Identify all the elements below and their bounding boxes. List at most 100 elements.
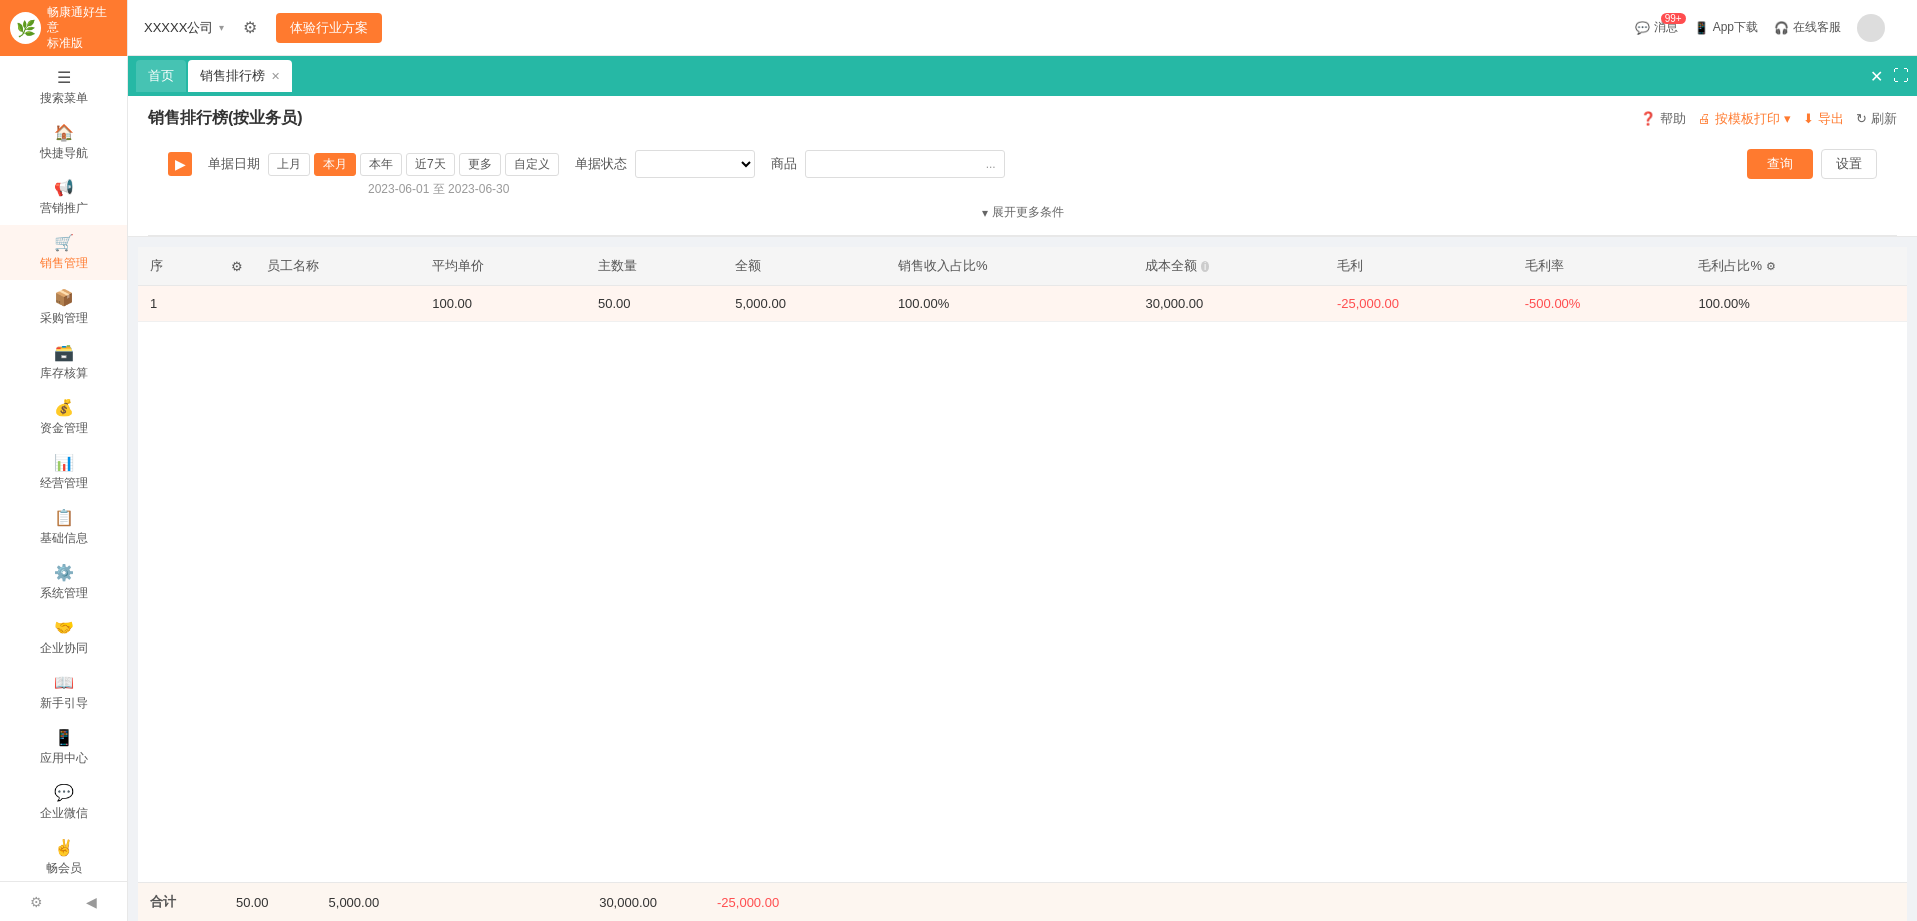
status-filter: 单据状态 bbox=[575, 150, 755, 178]
page-title-row: 销售排行榜(按业务员) ❓ 帮助 🖨 按模板打印 ▾ ⬇ 导出 bbox=[148, 108, 1897, 129]
nav-label-marketing: 营销推广 bbox=[40, 200, 88, 217]
nav-icon-enterprise-wechat: 💬 bbox=[54, 783, 74, 802]
last-month-btn[interactable]: 上月 bbox=[268, 153, 310, 176]
sidebar-nav: ☰ 搜索菜单 🏠 快捷导航 📢 营销推广 🛒 销售管理 📦 采购管理 🗃️ 库存… bbox=[0, 56, 127, 881]
sidebar-item-sales[interactable]: 🛒 销售管理 bbox=[0, 225, 127, 280]
nav-label-operations: 经营管理 bbox=[40, 475, 88, 492]
last-7-days-btn[interactable]: 近7天 bbox=[406, 153, 455, 176]
tab-fullscreen-icon[interactable]: ⛶ bbox=[1893, 67, 1909, 85]
settings-footer-btn[interactable]: ⚙ bbox=[30, 894, 43, 910]
footer-cost-amount: 30,000.00 bbox=[599, 895, 657, 910]
nav-icon-operations: 📊 bbox=[54, 453, 74, 472]
custom-date-btn[interactable]: 自定义 bbox=[505, 153, 559, 176]
topbar: XXXXX公司 ▾ ⚙ 体验行业方案 💬 消息 99+ 📱 App下载 🎧 在线… bbox=[128, 0, 1917, 56]
cell-cost-amount: 30,000.00 bbox=[1133, 286, 1325, 322]
app-download-action[interactable]: 📱 App下载 bbox=[1694, 19, 1758, 36]
page-header: 销售排行榜(按业务员) ❓ 帮助 🖨 按模板打印 ▾ ⬇ 导出 bbox=[128, 96, 1917, 237]
sidebar-item-beginner-guide[interactable]: 📖 新手引导 bbox=[0, 665, 127, 720]
help-icon: ❓ bbox=[1640, 111, 1656, 126]
expand-more-btn[interactable]: ▾ 展开更多条件 bbox=[168, 198, 1877, 225]
topbar-gear-btn[interactable]: ⚙ bbox=[236, 14, 264, 42]
table-footer: 合计 50.00 5,000.00 30,000.00 -25,000.00 bbox=[138, 882, 1907, 921]
this-month-btn[interactable]: 本月 bbox=[314, 153, 356, 176]
tab-sales-rank[interactable]: 销售排行榜 ✕ bbox=[188, 60, 292, 92]
date-filter: 单据日期 上月 本月 本年 近7天 更多 自定义 bbox=[208, 153, 559, 176]
help-label: 帮助 bbox=[1660, 110, 1686, 128]
col-settings[interactable]: ⚙ bbox=[219, 247, 255, 286]
table-area: 序 ⚙ 员工名称 平均单价 主数量 全额 销售收入占比% 成本全额 i 毛利 毛… bbox=[138, 247, 1907, 882]
online-service-action[interactable]: 🎧 在线客服 bbox=[1774, 19, 1841, 36]
nav-icon-system: ⚙️ bbox=[54, 563, 74, 582]
table-row: 1 100.00 50.00 5,000.00 100.00% 30,000.0… bbox=[138, 286, 1907, 322]
export-btn[interactable]: ⬇ 导出 bbox=[1803, 110, 1844, 128]
topbar-right: 💬 消息 99+ 📱 App下载 🎧 在线客服 bbox=[1635, 14, 1901, 42]
logo-icon: 🌿 bbox=[10, 12, 41, 44]
sidebar-item-inventory[interactable]: 🗃️ 库存核算 bbox=[0, 335, 127, 390]
col-sales-pct: 销售收入占比% bbox=[886, 247, 1134, 286]
date-range-display: 2023-06-01 至 2023-06-30 bbox=[368, 181, 1877, 198]
nav-label-beginner-guide: 新手引导 bbox=[40, 695, 88, 712]
more-date-btn[interactable]: 更多 bbox=[459, 153, 501, 176]
help-btn[interactable]: ❓ 帮助 bbox=[1640, 110, 1686, 128]
query-button[interactable]: 查询 bbox=[1747, 149, 1813, 179]
message-action[interactable]: 💬 消息 99+ bbox=[1635, 19, 1678, 36]
sidebar-item-enterprise-collab[interactable]: 🤝 企业协同 bbox=[0, 610, 127, 665]
filter-toggle-btn[interactable]: ▶ bbox=[168, 152, 192, 176]
page-title: 销售排行榜(按业务员) bbox=[148, 108, 303, 129]
goods-input[interactable] bbox=[814, 157, 986, 171]
refresh-label: 刷新 bbox=[1871, 110, 1897, 128]
tab-close-icon[interactable]: ✕ bbox=[271, 70, 280, 83]
goods-filter-label: 商品 bbox=[771, 155, 797, 173]
nav-label-enterprise-wechat: 企业微信 bbox=[40, 805, 88, 822]
print-label: 按模板打印 bbox=[1715, 110, 1780, 128]
nav-icon-search-order: ☰ bbox=[57, 68, 71, 87]
refresh-btn[interactable]: ↻ 刷新 bbox=[1856, 110, 1897, 128]
table-header-row: 序 ⚙ 员工名称 平均单价 主数量 全额 销售收入占比% 成本全额 i 毛利 毛… bbox=[138, 247, 1907, 286]
trial-industry-button[interactable]: 体验行业方案 bbox=[276, 13, 382, 43]
nav-label-inventory: 库存核算 bbox=[40, 365, 88, 382]
export-label: 导出 bbox=[1818, 110, 1844, 128]
sidebar: 🌿 畅康通好生意 标准版 ☰ 搜索菜单 🏠 快捷导航 📢 营销推广 🛒 销售管理… bbox=[0, 0, 128, 921]
tab-window-close-icon[interactable]: ✕ bbox=[1870, 67, 1883, 86]
sidebar-item-finance[interactable]: 💰 资金管理 bbox=[0, 390, 127, 445]
sidebar-item-marketing[interactable]: 📢 营销推广 bbox=[0, 170, 127, 225]
company-chevron-icon: ▾ bbox=[219, 22, 224, 33]
tabbar: 首页 销售排行榜 ✕ ✕ ⛶ bbox=[128, 56, 1917, 96]
sidebar-item-app-center[interactable]: 📱 应用中心 bbox=[0, 720, 127, 775]
user-avatar[interactable] bbox=[1857, 14, 1885, 42]
company-selector[interactable]: XXXXX公司 ▾ bbox=[144, 19, 224, 37]
collapse-sidebar-btn[interactable]: ◀ bbox=[86, 894, 97, 910]
online-service-label: 在线客服 bbox=[1793, 19, 1841, 36]
sidebar-item-search-order[interactable]: ☰ 搜索菜单 bbox=[0, 60, 127, 115]
sidebar-item-basic-info[interactable]: 📋 基础信息 bbox=[0, 500, 127, 555]
goods-more-icon: ... bbox=[986, 157, 996, 171]
sidebar-item-operations[interactable]: 📊 经营管理 bbox=[0, 445, 127, 500]
sidebar-item-vip[interactable]: ✌️ 畅会员 bbox=[0, 830, 127, 881]
this-year-btn[interactable]: 本年 bbox=[360, 153, 402, 176]
tab-home[interactable]: 首页 bbox=[136, 60, 186, 92]
date-range-text: 2023-06-01 至 2023-06-30 bbox=[368, 182, 509, 196]
header-actions: ❓ 帮助 🖨 按模板打印 ▾ ⬇ 导出 ↻ 刷新 bbox=[1640, 110, 1897, 128]
cell-settings bbox=[219, 286, 255, 322]
footer-gross: -25,000.00 bbox=[717, 895, 779, 910]
print-btn[interactable]: 🖨 按模板打印 ▾ bbox=[1698, 110, 1791, 128]
tabbar-right: ✕ ⛶ bbox=[1870, 67, 1909, 86]
nav-icon-sales: 🛒 bbox=[54, 233, 74, 252]
cell-avg-price: 100.00 bbox=[420, 286, 586, 322]
cell-main-qty: 50.00 bbox=[586, 286, 723, 322]
settings-button[interactable]: 设置 bbox=[1821, 149, 1877, 179]
cell-gross: -25,000.00 bbox=[1325, 286, 1513, 322]
status-select[interactable] bbox=[635, 150, 755, 178]
sidebar-item-system[interactable]: ⚙️ 系统管理 bbox=[0, 555, 127, 610]
sidebar-item-quick-nav[interactable]: 🏠 快捷导航 bbox=[0, 115, 127, 170]
cell-rank: 1 bbox=[138, 286, 219, 322]
sidebar-item-enterprise-wechat[interactable]: 💬 企业微信 bbox=[0, 775, 127, 830]
col-gross: 毛利 bbox=[1325, 247, 1513, 286]
sidebar-item-purchase[interactable]: 📦 采购管理 bbox=[0, 280, 127, 335]
nav-label-sales: 销售管理 bbox=[40, 255, 88, 272]
print-chevron-icon: ▾ bbox=[1784, 111, 1791, 126]
nav-icon-vip: ✌️ bbox=[54, 838, 74, 857]
col-rank: 序 bbox=[138, 247, 219, 286]
footer-main-qty: 50.00 bbox=[236, 895, 269, 910]
col-cost-amount: 成本全额 i bbox=[1133, 247, 1325, 286]
